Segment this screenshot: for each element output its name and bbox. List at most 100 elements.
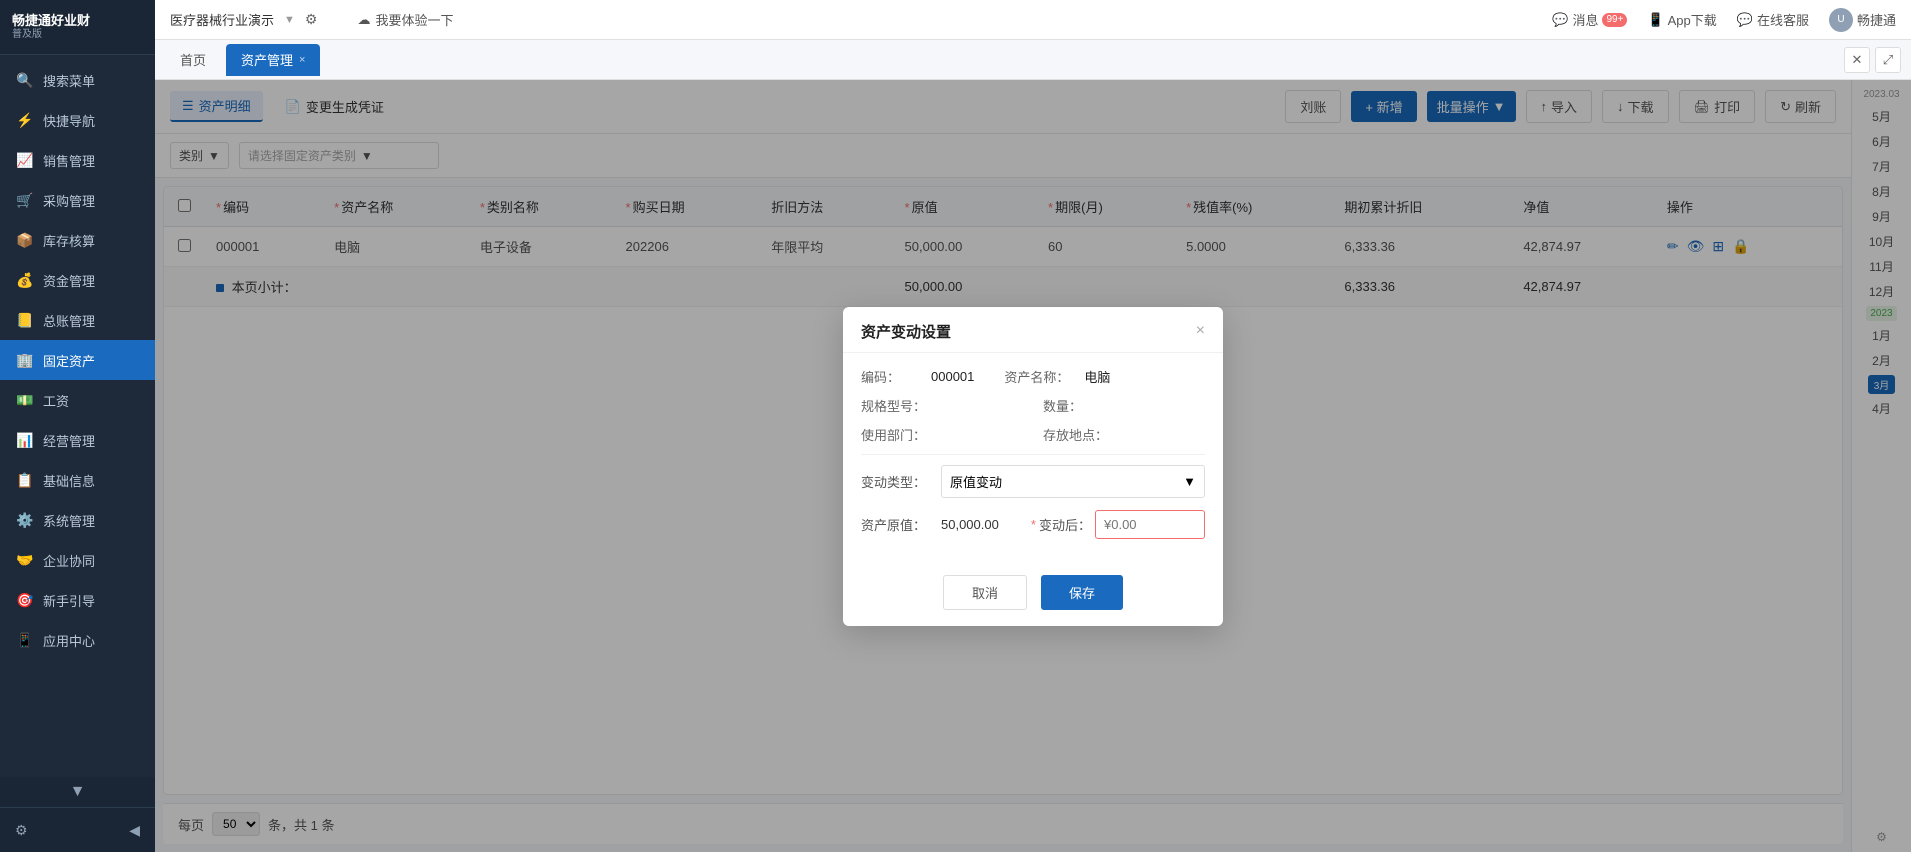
- company-name: 医疗器械行业演示: [170, 10, 274, 29]
- sidebar-item-label: 固定资产: [43, 351, 95, 370]
- app-icon: 📱: [1647, 12, 1663, 28]
- topbar-msg[interactable]: 💬 消息 99+: [1552, 10, 1627, 29]
- modal-footer: 取消 保存: [843, 565, 1223, 626]
- sidebar-item-label: 系统管理: [43, 511, 95, 530]
- guide-icon: 🎯: [15, 590, 35, 610]
- sidebar-item-salary[interactable]: 💵 工资: [0, 380, 155, 420]
- topbar-experience[interactable]: ☁ 我要体验一下: [357, 10, 453, 29]
- service-icon: 💬: [1737, 12, 1753, 28]
- sidebar-logo-main: 畅捷通好业财: [12, 13, 90, 29]
- page-body: ☰ 资产明细 📄 变更生成凭证 刘账 + 新增 批量操作 ▼: [155, 80, 1911, 852]
- tab-home[interactable]: 首页: [165, 44, 221, 76]
- finance-icon: 💰: [15, 270, 35, 290]
- ledger-icon: 📒: [15, 310, 35, 330]
- sidebar-item-label: 工资: [43, 391, 69, 410]
- sidebar-item-guide[interactable]: 🎯 新手引导: [0, 580, 155, 620]
- sidebar-scroll-down[interactable]: ▼: [0, 777, 155, 807]
- settings-icon[interactable]: ⚙: [15, 822, 28, 839]
- sidebar-item-label: 库存核算: [43, 231, 95, 250]
- sidebar-item-operation[interactable]: 📊 经营管理: [0, 420, 155, 460]
- topbar: 医疗器械行业演示 ▼ ⚙ ☁ 我要体验一下 💬 消息 99+ 📱 App下载 💬…: [155, 0, 1911, 40]
- after-value-input[interactable]: [1095, 510, 1205, 539]
- sidebar-item-label: 搜索菜单: [43, 71, 95, 90]
- inventory-icon: 📦: [15, 230, 35, 250]
- modal-save-button[interactable]: 保存: [1041, 575, 1123, 610]
- search-icon: 🔍: [15, 70, 35, 90]
- sidebar-item-label: 应用中心: [43, 631, 95, 650]
- sidebar-item-finance[interactable]: 💰 资金管理: [0, 260, 155, 300]
- sidebar-bottom: ⚙ ◀: [0, 807, 155, 852]
- msg-badge: 99+: [1602, 13, 1627, 27]
- change-type-select[interactable]: 原值变动 ▼: [941, 465, 1205, 498]
- sidebar-header: 畅捷通好业财 普及版: [0, 0, 155, 55]
- modal-code-row: 编码： 000001 资产名称： 电脑: [861, 367, 1205, 386]
- sidebar-item-enterprise[interactable]: 🤝 企业协同: [0, 540, 155, 580]
- purchase-icon: 🛒: [15, 190, 35, 210]
- sidebar-logo-sub: 普及版: [12, 29, 90, 41]
- sidebar-item-label: 企业协同: [43, 551, 95, 570]
- topbar-right: 💬 消息 99+ 📱 App下载 💬 在线客服 U 畅捷通: [1552, 8, 1896, 32]
- modal-original-value: 50,000.00: [941, 517, 1031, 532]
- sidebar-item-label: 经营管理: [43, 431, 95, 450]
- collapse-icon[interactable]: ◀: [129, 822, 140, 839]
- sidebar-item-basicinfo[interactable]: 📋 基础信息: [0, 460, 155, 500]
- topbar-gear-icon[interactable]: ⚙: [305, 11, 318, 28]
- sidebar-item-label: 采购管理: [43, 191, 95, 210]
- modal-body: 编码： 000001 资产名称： 电脑 规格型号： 数量： 使用部门：: [843, 353, 1223, 565]
- topbar-left: 医疗器械行业演示 ▼ ⚙ ☁ 我要体验一下: [170, 10, 453, 29]
- topbar-arrow-icon[interactable]: ▼: [284, 14, 295, 26]
- topbar-service[interactable]: 💬 在线客服: [1737, 10, 1809, 29]
- appcenter-icon: 📱: [15, 630, 35, 650]
- tab-close-icon[interactable]: ×: [299, 54, 305, 66]
- modal-dept-row: 使用部门： 存放地点：: [861, 425, 1205, 444]
- modal-change-type-row: 变动类型： 原值变动 ▼: [861, 465, 1205, 498]
- sidebar-item-label: 基础信息: [43, 471, 95, 490]
- sidebar-item-purchase[interactable]: 🛒 采购管理: [0, 180, 155, 220]
- modal-original-row: 资产原值： 50,000.00 * 变动后：: [861, 510, 1205, 539]
- sidebar-item-sales[interactable]: 📈 销售管理: [0, 140, 155, 180]
- main-content: 医疗器械行业演示 ▼ ⚙ ☁ 我要体验一下 💬 消息 99+ 📱 App下载 💬…: [155, 0, 1911, 852]
- salary-icon: 💵: [15, 390, 35, 410]
- sidebar-item-system[interactable]: ⚙️ 系统管理: [0, 500, 155, 540]
- tabbar-right: ✕ ⤢: [1844, 47, 1901, 73]
- modal-header: 资产变动设置 ×: [843, 307, 1223, 353]
- fixedassets-icon: 🏢: [15, 350, 35, 370]
- topbar-user[interactable]: U 畅捷通: [1829, 8, 1896, 32]
- sidebar-item-fixedassets[interactable]: 🏢 固定资产: [0, 340, 155, 380]
- sidebar-item-search[interactable]: 🔍 搜索菜单: [0, 60, 155, 100]
- sidebar-item-label: 总账管理: [43, 311, 95, 330]
- basicinfo-icon: 📋: [15, 470, 35, 490]
- enterprise-icon: 🤝: [15, 550, 35, 570]
- sidebar-item-inventory[interactable]: 📦 库存核算: [0, 220, 155, 260]
- modal-title: 资产变动设置: [861, 321, 951, 342]
- system-icon: ⚙️: [15, 510, 35, 530]
- modal-close-icon[interactable]: ×: [1196, 322, 1205, 340]
- topbar-app[interactable]: 📱 App下载: [1647, 10, 1716, 29]
- msg-icon: 💬: [1552, 12, 1568, 28]
- quicknav-icon: ⚡: [15, 110, 35, 130]
- asset-change-modal: 资产变动设置 × 编码： 000001 资产名称： 电脑 规格型号： 数量：: [843, 307, 1223, 626]
- sidebar-item-label: 快捷导航: [43, 111, 95, 130]
- sidebar: 畅捷通好业财 普及版 🔍 搜索菜单 ⚡ 快捷导航 📈 销售管理 🛒 采购管理 📦…: [0, 0, 155, 852]
- tab-restore-icon[interactable]: ✕: [1844, 47, 1870, 73]
- sidebar-item-label: 新手引导: [43, 591, 95, 610]
- sidebar-item-ledger[interactable]: 📒 总账管理: [0, 300, 155, 340]
- sidebar-item-quicknav[interactable]: ⚡ 快捷导航: [0, 100, 155, 140]
- avatar: U: [1829, 8, 1853, 32]
- sales-icon: 📈: [15, 150, 35, 170]
- modal-overlay: 资产变动设置 × 编码： 000001 资产名称： 电脑 规格型号： 数量：: [155, 80, 1911, 852]
- modal-spec-row: 规格型号： 数量：: [861, 396, 1205, 415]
- tab-asset-management[interactable]: 资产管理 ×: [226, 44, 320, 76]
- sidebar-nav: 🔍 搜索菜单 ⚡ 快捷导航 📈 销售管理 🛒 采购管理 📦 库存核算 💰 资金管…: [0, 55, 155, 777]
- modal-cancel-button[interactable]: 取消: [943, 575, 1027, 610]
- modal-divider: [861, 454, 1205, 455]
- tabbar: 首页 资产管理 × ✕ ⤢: [155, 40, 1911, 80]
- sidebar-logo: 畅捷通好业财 普及版: [12, 13, 90, 41]
- sidebar-item-appcenter[interactable]: 📱 应用中心: [0, 620, 155, 660]
- operation-icon: 📊: [15, 430, 35, 450]
- change-type-arrow-icon: ▼: [1183, 474, 1196, 489]
- cloud-icon: ☁: [357, 12, 370, 28]
- tab-maximize-icon[interactable]: ⤢: [1875, 47, 1901, 73]
- sidebar-item-label: 销售管理: [43, 151, 95, 170]
- sidebar-item-label: 资金管理: [43, 271, 95, 290]
